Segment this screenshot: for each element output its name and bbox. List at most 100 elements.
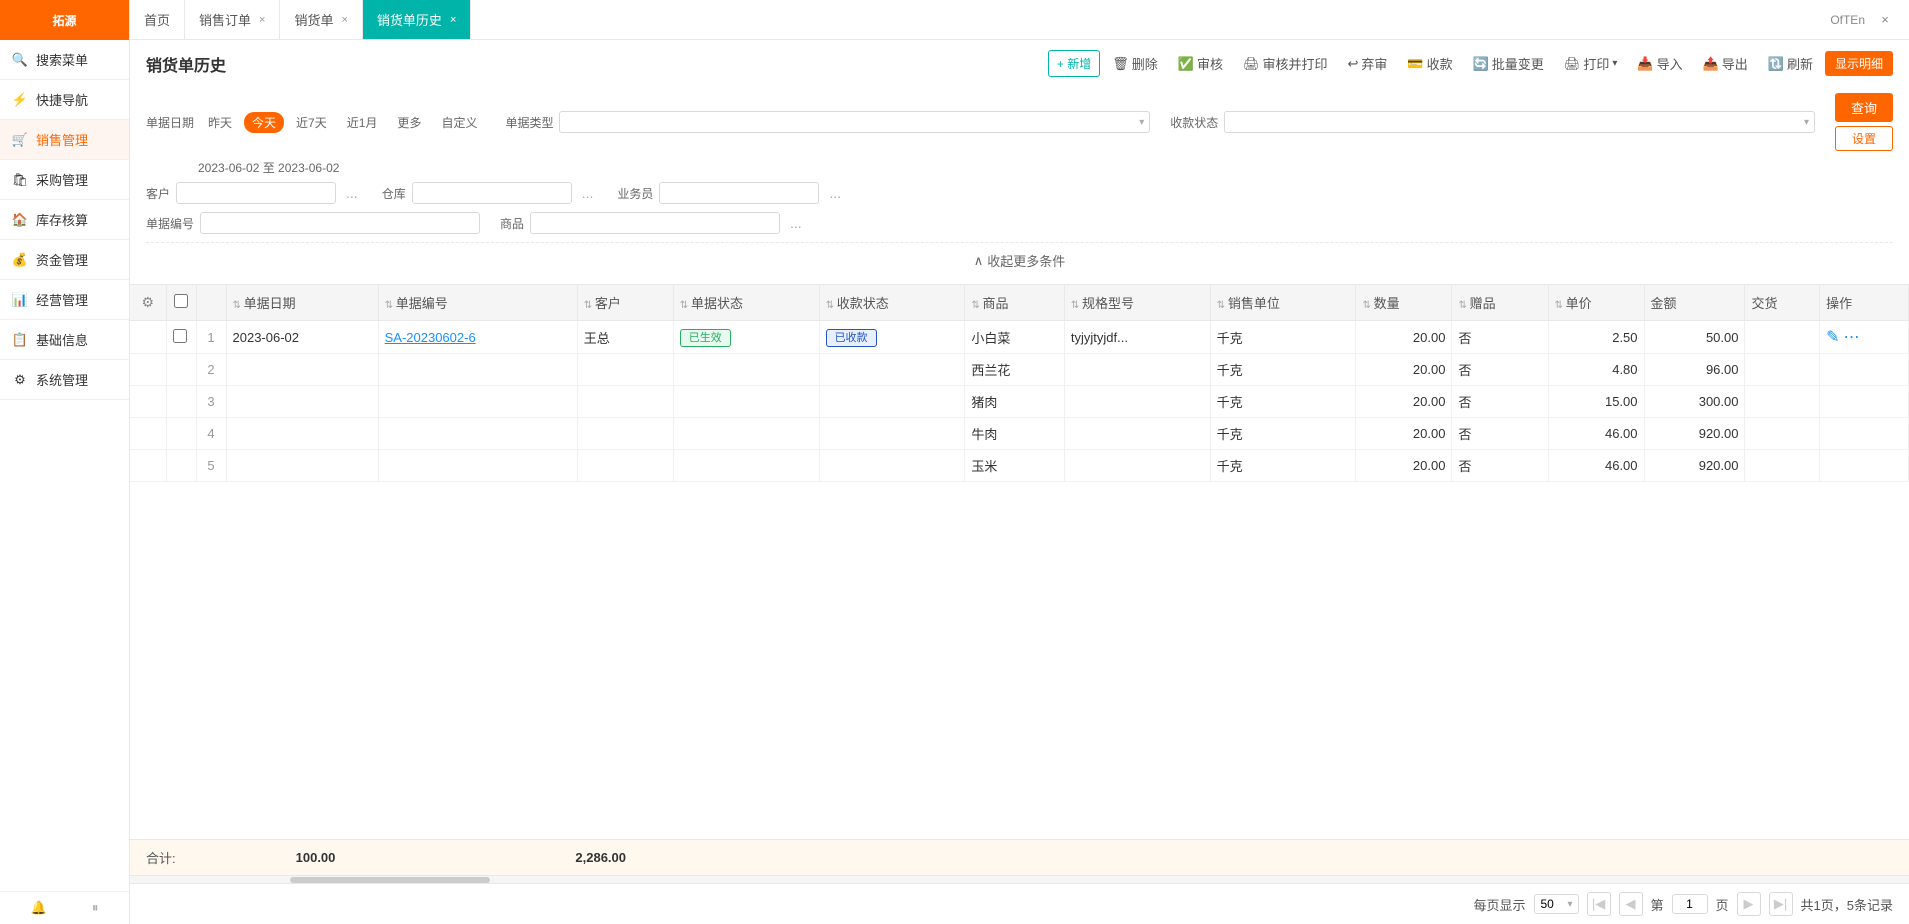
th-pay-status[interactable]: 收款状态 [819,285,965,321]
th-qty[interactable]: 数量 [1356,285,1452,321]
customer-ellipsis[interactable]: ... [342,185,362,201]
cell-doc-date [226,386,378,418]
edit-action[interactable]: ✎ [1826,327,1839,347]
row-checkbox[interactable] [173,329,187,343]
doc-no-link[interactable]: SA-20230602-6 [385,330,476,345]
th-customer[interactable]: 客户 [577,285,673,321]
th-doc-date[interactable]: 单据日期 [226,285,378,321]
export-button[interactable]: 📤 导出 [1695,50,1756,77]
per-page-select[interactable]: 50 100 200 [1534,894,1579,914]
collect-button[interactable]: 💳 收款 [1399,50,1460,77]
th-goods[interactable]: 商品 [965,285,1065,321]
goods-ellipsis[interactable]: ... [786,215,806,231]
th-doc-no[interactable]: 单据编号 [378,285,577,321]
doc-type-select[interactable] [559,111,1150,133]
th-doc-status[interactable]: 单据状态 [673,285,819,321]
page-unit: 页 [1716,895,1729,914]
sidebar-item-sys-mgmt[interactable]: ⚙ 系统管理 [0,360,129,400]
th-price[interactable]: 单价 [1548,285,1644,321]
sidebar-item-inventory-calc[interactable]: 🏠 库存核算 [0,200,129,240]
date-tag-today[interactable]: 今天 [244,112,284,133]
date-tag-yesterday[interactable]: 昨天 [200,112,240,133]
date-tag-more[interactable]: 更多 [389,112,429,133]
cell-deal [1745,450,1820,482]
query-button[interactable]: 查询 [1835,93,1893,122]
import-button[interactable]: 📥 导入 [1629,50,1690,77]
tab-sales-history-label: 销货单历史 [377,10,442,29]
salesperson-ellipsis[interactable]: ... [825,185,845,201]
page-header: 销货单历史 + 新增 🗑 删除 ✅ 审核 🖨 审核并打印 ↩ 弃审 [130,40,1909,83]
filter-group-doc-type: 单据类型 [505,111,1150,133]
batch-change-button[interactable]: 🔄 批量变更 [1465,50,1552,77]
sidebar-item-finance-mgmt[interactable]: 💰 资金管理 [0,240,129,280]
date-tag-custom[interactable]: 自定义 [433,112,485,133]
topbar-close-btn[interactable]: × [1873,8,1897,32]
sidebar-item-sales-mgmt[interactable]: 🛒 销售管理 [0,120,129,160]
tab-sales-order-close[interactable]: × [259,14,265,26]
abandon-button[interactable]: ↩ 弃审 [1339,50,1395,77]
cell-pay-status: 已收款 [819,321,965,354]
tab-sales-goods[interactable]: 销货单 × [280,0,362,39]
cell-doc-no [378,418,577,450]
tab-home[interactable]: 首页 [130,0,185,39]
table-container[interactable]: ⚙ 单据日期 单据编号 客户 单据状态 收款状态 商品 规格型号 销售单位 [130,285,1909,839]
set-button[interactable]: 设置 [1835,126,1893,151]
tab-sales-history-close[interactable]: × [450,14,456,26]
audit-print-button[interactable]: 🖨 审核并打印 [1235,50,1336,77]
print-button[interactable]: 🖨 打印 ▾ [1556,50,1626,77]
filter-row-3: 单据编号 商品 ... [146,212,1893,234]
filter-group-salesperson: 业务员 ... [617,182,845,204]
delete-button[interactable]: 🗑 删除 [1104,50,1166,77]
scrollbar-area[interactable] [130,875,1909,883]
tab-sales-history[interactable]: 销货单历史 × [363,0,471,39]
customer-input[interactable] [176,182,336,204]
th-gift[interactable]: 赠品 [1452,285,1548,321]
cell-settings [130,418,166,450]
goods-input[interactable] [530,212,780,234]
select-all-checkbox[interactable] [174,294,188,308]
sidebar-item-quick-nav[interactable]: ⚡ 快捷导航 [0,80,129,120]
sidebar-item-purchase-mgmt[interactable]: 🛍 采购管理 [0,160,129,200]
cell-goods: 猪肉 [965,386,1065,418]
cell-unit: 千克 [1210,418,1356,450]
cell-actions [1820,354,1909,386]
refresh-button[interactable]: 🔃 刷新 [1760,50,1821,77]
collapse-button[interactable]: ∧ 收起更多条件 [146,247,1893,274]
tab-sales-goods-close[interactable]: × [341,14,347,26]
cell-amount: 920.00 [1644,450,1745,482]
last-page-button[interactable]: ▶| [1769,892,1793,916]
salesperson-input[interactable] [659,182,819,204]
date-tag-7days[interactable]: 近7天 [288,112,335,133]
pay-status-select[interactable] [1224,111,1815,133]
first-page-button[interactable]: |◀ [1587,892,1611,916]
cell-customer: 王总 [577,321,673,354]
page-input[interactable] [1672,894,1708,914]
settings-gear-icon[interactable]: ⚙ [141,294,154,310]
date-range-tags: 昨天 今天 近7天 近1月 更多 自定义 [200,112,485,133]
sidebar-bottom-icon2[interactable]: ⏸ [92,900,99,916]
more-action[interactable]: ⋯ [1844,327,1860,347]
sidebar-item-base-info[interactable]: 📋 基础信息 [0,320,129,360]
audit-button[interactable]: ✅ 审核 [1170,50,1231,77]
sidebar-item-search-menu[interactable]: 🔍 搜索菜单 [0,40,129,80]
sidebar-item-ops-mgmt[interactable]: 📊 经营管理 [0,280,129,320]
cell-doc-status: 已生效 [673,321,819,354]
next-page-button[interactable]: ▶ [1737,892,1761,916]
cell-gift: 否 [1452,354,1548,386]
sidebar-bottom-icon1[interactable]: 🔔 [31,900,47,916]
sidebar-item-label: 快捷导航 [36,90,88,109]
prev-page-button[interactable]: ◀ [1619,892,1643,916]
th-unit[interactable]: 销售单位 [1210,285,1356,321]
header-row: ⚙ 单据日期 单据编号 客户 单据状态 收款状态 商品 规格型号 销售单位 [130,285,1909,321]
tab-sales-order[interactable]: 销售订单 × [185,0,280,39]
th-spec[interactable]: 规格型号 [1064,285,1210,321]
date-tag-1month[interactable]: 近1月 [339,112,386,133]
add-button[interactable]: + 新增 [1048,50,1100,77]
customer-label: 客户 [146,185,170,202]
warehouse-ellipsis[interactable]: ... [578,185,598,201]
sidebar-item-label: 经营管理 [36,290,88,309]
cell-amount: 300.00 [1644,386,1745,418]
doc-no-input[interactable] [200,212,480,234]
show-detail-button[interactable]: 显示明细 [1825,51,1893,76]
warehouse-input[interactable] [412,182,572,204]
